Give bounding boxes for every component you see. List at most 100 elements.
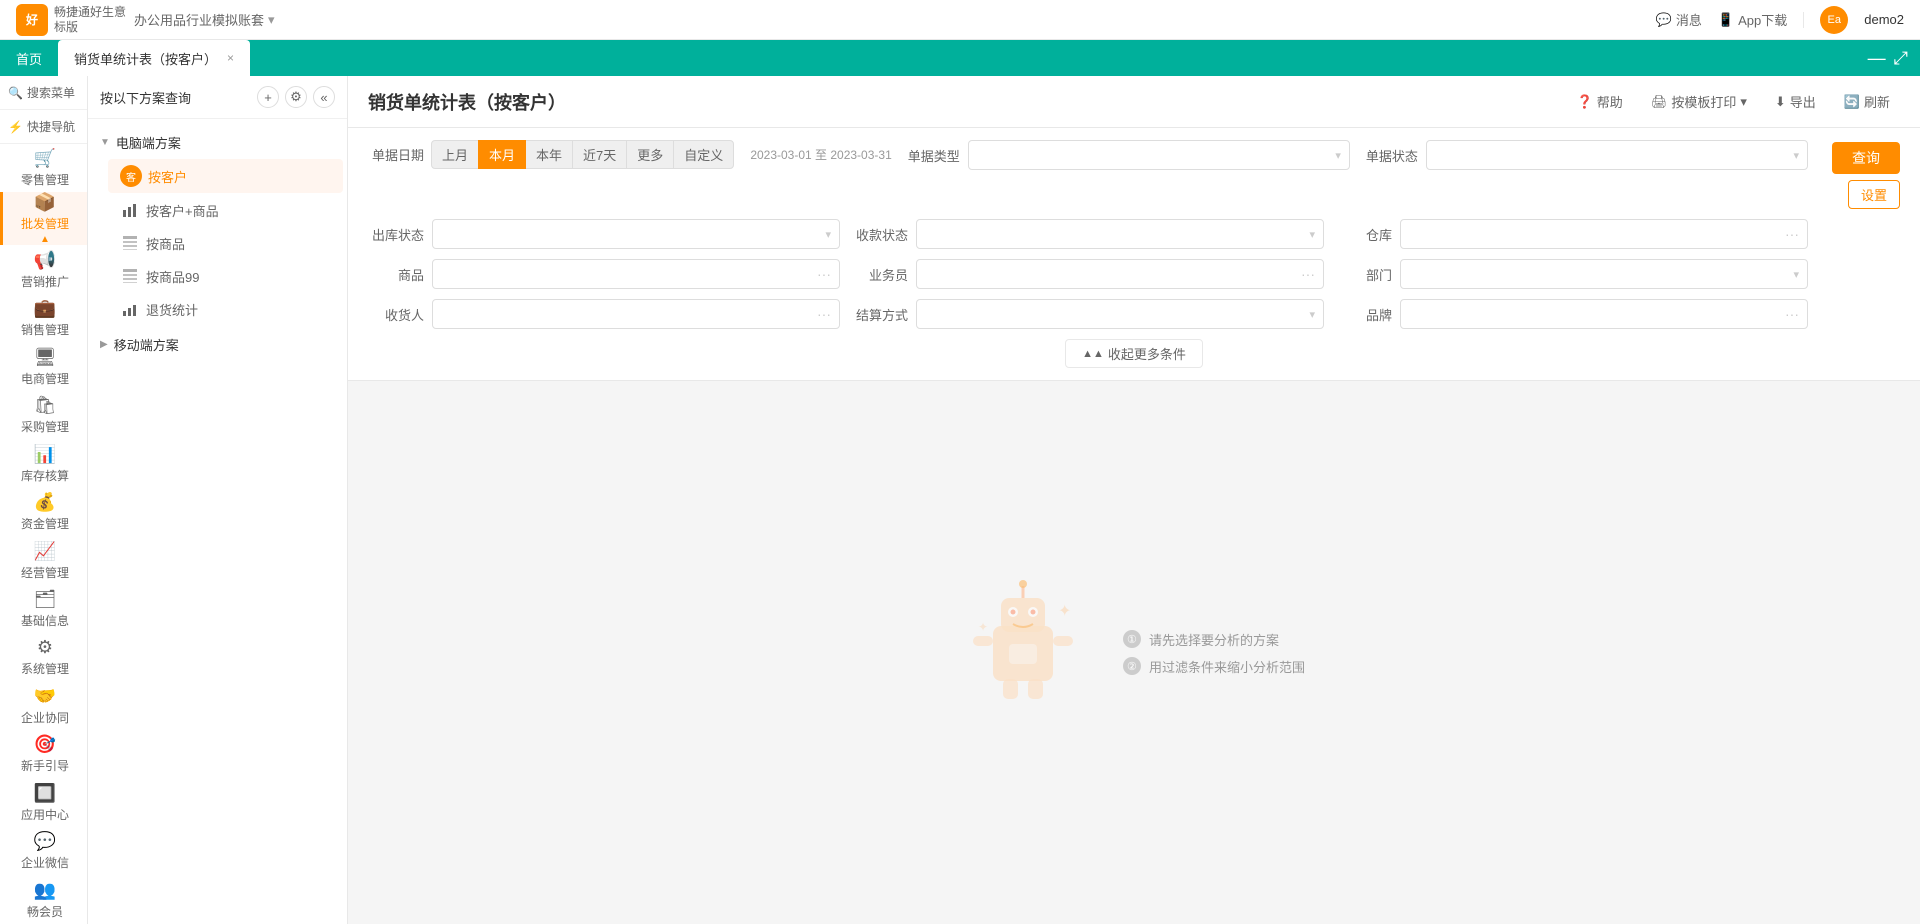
refresh-icon: 🔄 xyxy=(1844,94,1860,110)
sidebar-item-appstore[interactable]: 🔲 应用中心 xyxy=(0,779,87,827)
scheme-settings-button[interactable]: ⚙ xyxy=(285,86,307,108)
content-area: 按以下方案查询 + ⚙ « ▼ 电脑端方案 客 按客户 xyxy=(88,76,1920,924)
warehouse-label: 仓库 xyxy=(1336,225,1392,244)
tab-active[interactable]: 销货单统计表（按客户） × xyxy=(58,40,250,76)
filter-area: 单据日期 上月 本月 本年 近7天 更多 自定义 2023-03-01 至 20… xyxy=(348,128,1920,381)
page-header: 销货单统计表（按客户） ❓ 帮助 🖨 按模板打印 ▾ ⬇ 导出 xyxy=(348,76,1920,128)
tab-home[interactable]: 首页 xyxy=(0,40,58,76)
avatar[interactable]: Ea xyxy=(1820,6,1848,34)
print-dropdown-icon: ▾ xyxy=(1740,94,1747,110)
date-btn-this-year[interactable]: 本年 xyxy=(525,140,573,169)
wechat-label: 企业微信 xyxy=(21,854,69,871)
goods-ellipsis-icon[interactable]: ··· xyxy=(817,266,831,282)
sidebar-item-stock[interactable]: 📊 库存核算 xyxy=(0,439,87,487)
operation-icon: 📈 xyxy=(34,541,56,562)
recipient-select[interactable]: ··· xyxy=(432,299,840,329)
ecommerce-label: 电商管理 xyxy=(21,370,69,387)
document-type-select[interactable] xyxy=(968,140,1350,170)
tab-minimize-icon[interactable]: — xyxy=(1868,48,1886,69)
enterprise-label: 企业协同 xyxy=(21,709,69,726)
chevron-down-icon[interactable]: ▾ xyxy=(268,12,275,28)
salesperson-select[interactable]: ··· xyxy=(916,259,1324,289)
sales-icon: 💼 xyxy=(34,298,56,319)
tree-group-desktop-title[interactable]: ▼ 电脑端方案 xyxy=(88,127,347,158)
sidebar-item-basic[interactable]: 🗂 基础信息 xyxy=(0,585,87,633)
sidebar-item-system[interactable]: ⚙ 系统管理 xyxy=(0,633,87,681)
date-btn-last-month[interactable]: 上月 xyxy=(431,140,479,169)
empty-tip-2: ② 用过滤条件来缩小分析范围 xyxy=(1123,657,1305,676)
settlement-dropdown-icon xyxy=(1309,308,1315,321)
tree-item-customer-goods[interactable]: 按客户+商品 xyxy=(108,194,343,226)
tree-arrow-icon: ▼ xyxy=(100,137,110,148)
empty-tip-1: ① 请先选择要分析的方案 xyxy=(1123,630,1305,649)
scheme-add-button[interactable]: + xyxy=(257,86,279,108)
newbie-icon: 🎯 xyxy=(34,734,56,755)
ecommerce-icon: 🖥 xyxy=(34,347,57,368)
sidebar-item-ecommerce[interactable]: 🖥 电商管理 xyxy=(0,342,87,390)
bar-icon xyxy=(120,299,140,319)
date-btn-this-month[interactable]: 本月 xyxy=(478,140,526,169)
settlement-select[interactable] xyxy=(916,299,1324,329)
tree-item-goods-label: 按商品 xyxy=(146,234,185,253)
tab-close-icon[interactable]: × xyxy=(227,51,234,65)
tree-item-by-goods[interactable]: 按商品 xyxy=(108,227,343,259)
chart-icon xyxy=(120,200,140,220)
empty-state: ✦ ✦ ① 请先选择要分析的方案 ② 用过滤条件来缩小分析范围 xyxy=(348,381,1920,924)
sidebar-item-sales[interactable]: 💼 销售管理 xyxy=(0,294,87,342)
date-btn-custom[interactable]: 自定义 xyxy=(673,140,734,169)
divider xyxy=(1803,12,1804,28)
date-label: 单据日期 xyxy=(368,145,424,164)
tree-item-return-stats[interactable]: 退货统计 xyxy=(108,293,343,325)
collapse-button[interactable]: ▲▲ 收起更多条件 xyxy=(1065,339,1203,368)
sidebar-item-finance[interactable]: 💰 资金管理 xyxy=(0,488,87,536)
sidebar-item-purchase[interactable]: 🛍 采购管理 xyxy=(0,391,87,439)
export-button[interactable]: ⬇ 导出 xyxy=(1765,88,1826,115)
outbound-status-select[interactable] xyxy=(432,219,840,249)
template-print-button[interactable]: 🖨 按模板打印 ▾ xyxy=(1641,88,1757,115)
settings-button[interactable]: 设置 xyxy=(1848,180,1900,209)
query-button[interactable]: 查询 xyxy=(1832,142,1900,174)
scheme-collapse-button[interactable]: « xyxy=(313,86,335,108)
date-btn-7days[interactable]: 近7天 xyxy=(572,140,627,169)
svg-text:✦: ✦ xyxy=(978,620,988,634)
sidebar-search[interactable]: 🔍 搜索菜单 xyxy=(0,76,87,110)
app-download-button[interactable]: 📱 App下载 xyxy=(1718,10,1787,29)
tree-item-by-customer[interactable]: 客 按客户 xyxy=(108,159,343,193)
basic-label: 基础信息 xyxy=(21,612,69,629)
sidebar-item-operation[interactable]: 📈 经营管理 xyxy=(0,536,87,584)
basic-icon: 🗂 xyxy=(34,589,57,610)
department-select[interactable] xyxy=(1400,259,1808,289)
document-status-select[interactable] xyxy=(1426,140,1808,170)
warehouse-ellipsis-icon[interactable]: ··· xyxy=(1785,226,1799,242)
help-button[interactable]: ❓ 帮助 xyxy=(1567,88,1633,115)
main-layout: 🔍 搜索菜单 ⚡ 快捷导航 🛒 零售管理 📦 批发管理 ▲ 📢 营销推广 💼 销… xyxy=(0,76,1920,924)
sidebar-item-retail[interactable]: 🛒 零售管理 xyxy=(0,144,87,192)
payment-status-select[interactable] xyxy=(916,219,1324,249)
logo-icon: 好 xyxy=(16,4,48,36)
sidebar-item-enterprise[interactable]: 🤝 企业协同 xyxy=(0,682,87,730)
message-button[interactable]: 💬 消息 xyxy=(1656,10,1702,29)
recipient-ellipsis-icon[interactable]: ··· xyxy=(817,306,831,322)
salesperson-ellipsis-icon[interactable]: ··· xyxy=(1301,266,1315,282)
sidebar-item-newbie[interactable]: 🎯 新手引导 xyxy=(0,730,87,778)
brand-select[interactable]: ··· xyxy=(1400,299,1808,329)
brand-ellipsis-icon[interactable]: ··· xyxy=(1785,306,1799,322)
tab-maximize-icon[interactable]: ⤢ xyxy=(1894,48,1908,69)
tree-group-mobile-title[interactable]: ▶ 移动端方案 xyxy=(88,329,347,360)
stock-icon: 📊 xyxy=(34,444,56,465)
sidebar-quick-nav[interactable]: ⚡ 快捷导航 xyxy=(0,110,87,144)
tree-item-goods99[interactable]: 按商品99 xyxy=(108,260,343,292)
warehouse-select[interactable]: ··· xyxy=(1400,219,1808,249)
chevron-up-icon: ▲ xyxy=(40,234,50,245)
sidebar-item-wechat[interactable]: 💬 企业微信 xyxy=(0,827,87,875)
department-label: 部门 xyxy=(1336,265,1392,284)
member-label: 畅会员 xyxy=(27,903,63,920)
sidebar-item-wholesale[interactable]: 📦 批发管理 ▲ xyxy=(0,192,87,245)
refresh-button[interactable]: 🔄 刷新 xyxy=(1834,88,1900,115)
tree-group-mobile: ▶ 移动端方案 xyxy=(88,329,347,360)
sidebar-item-marketing[interactable]: 📢 营销推广 xyxy=(0,245,87,293)
date-btn-more[interactable]: 更多 xyxy=(626,140,674,169)
topbar-left: 好 畅捷通好生意 标版 办公用品行业模拟账套 ▾ xyxy=(16,4,275,36)
sidebar-item-member[interactable]: 👥 畅会员 xyxy=(0,876,87,924)
goods-select[interactable]: ··· xyxy=(432,259,840,289)
